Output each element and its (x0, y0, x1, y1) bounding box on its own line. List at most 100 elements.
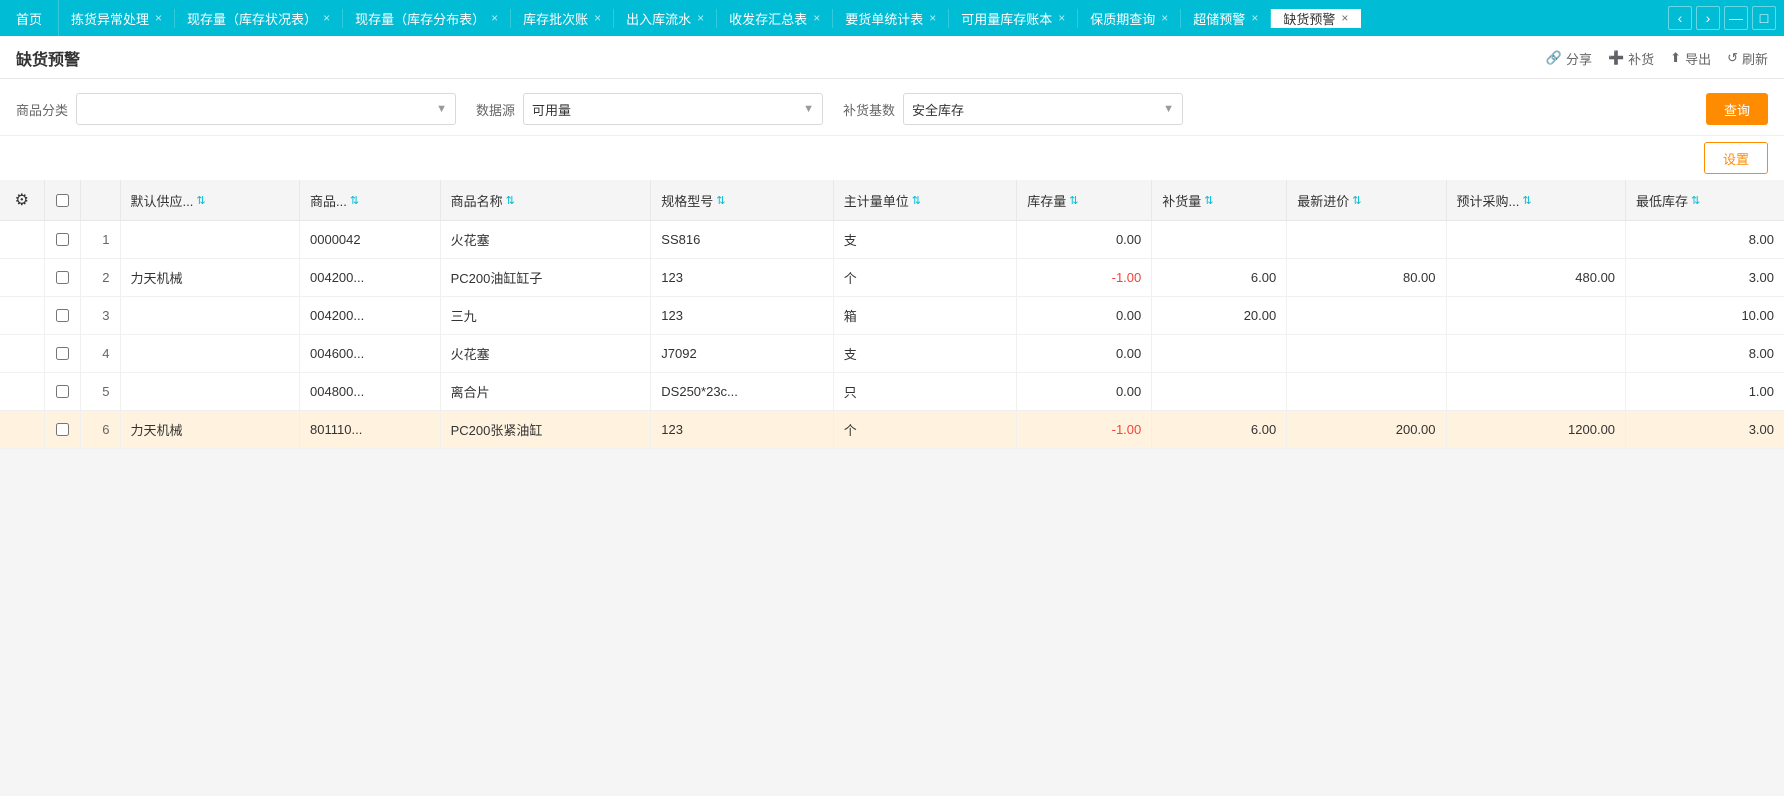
row-product-code: 004200... (300, 259, 441, 297)
tab-label-tab8: 可用量库存账本 (961, 9, 1052, 28)
tab-tab9[interactable]: 保质期查询× (1078, 9, 1181, 28)
close-tab-tab9[interactable]: × (1161, 11, 1168, 25)
replenish-base-select[interactable]: 安全库存 ▼ (903, 93, 1183, 125)
row-product-name: 离合片 (440, 373, 651, 411)
row-replenish: 6.00 (1152, 259, 1287, 297)
th-stock[interactable]: 库存量 ⇅ (1017, 180, 1152, 221)
close-tab-tab4[interactable]: × (594, 11, 601, 25)
refresh-icon: ↺ (1727, 50, 1738, 66)
close-tab-tab3[interactable]: × (491, 11, 498, 25)
close-tab-tab11[interactable]: × (1341, 11, 1348, 25)
settings-icon[interactable]: ⚙ (15, 190, 29, 210)
th-product-name[interactable]: 商品名称 ⇅ (440, 180, 651, 221)
row-spec: 123 (651, 297, 833, 335)
row-checkbox-cell[interactable] (44, 259, 80, 297)
filter-group-replenish-base: 补货基数 安全库存 ▼ (843, 93, 1183, 125)
row-unit: 支 (833, 221, 1017, 259)
next-tab-btn[interactable]: › (1696, 6, 1720, 30)
maximize-btn[interactable]: □ (1752, 6, 1776, 30)
row-supplier (120, 335, 300, 373)
row-settings-cell (0, 221, 44, 259)
spec-sort-icon: ⇅ (716, 194, 725, 207)
th-spec-label: 规格型号 (661, 191, 713, 210)
row-checkbox-cell[interactable] (44, 411, 80, 449)
row-checkbox-cell[interactable] (44, 373, 80, 411)
tab-tab11[interactable]: 缺货预警 × (1271, 9, 1361, 28)
th-replenish[interactable]: 补货量 ⇅ (1152, 180, 1287, 221)
nav-controls: ‹ › — □ (1660, 6, 1784, 30)
tab-tab7[interactable]: 要货单统计表× (833, 9, 949, 28)
product-name-sort-icon: ⇅ (506, 194, 515, 207)
home-label: 首页 (16, 9, 42, 28)
close-tab-tab8[interactable]: × (1058, 11, 1065, 25)
row-checkbox-cell[interactable] (44, 335, 80, 373)
row-checkbox-cell[interactable] (44, 297, 80, 335)
tab-tab6[interactable]: 收发存汇总表× (717, 9, 833, 28)
row-supplier: 力天机械 (120, 411, 300, 449)
row-checkbox[interactable] (56, 385, 69, 398)
close-tab-tab6[interactable]: × (813, 11, 820, 25)
th-spec[interactable]: 规格型号 ⇅ (651, 180, 833, 221)
settings-button[interactable]: 设置 (1704, 142, 1768, 174)
category-select[interactable]: ▼ (76, 93, 456, 125)
th-index (80, 180, 120, 221)
tab-tab10[interactable]: 超储预警× (1181, 9, 1271, 28)
th-min-stock[interactable]: 最低库存 ⇅ (1626, 180, 1784, 221)
row-checkbox[interactable] (56, 233, 69, 246)
th-checkbox[interactable] (44, 180, 80, 221)
tab-tab3[interactable]: 现存量（库存分布表） × (343, 9, 511, 28)
th-supplier[interactable]: 默认供应... ⇅ (120, 180, 300, 221)
replenish-btn[interactable]: ➕ 补货 (1608, 49, 1654, 68)
close-tab-tab5[interactable]: × (697, 11, 704, 25)
row-unit: 个 (833, 259, 1017, 297)
row-settings-cell (0, 259, 44, 297)
th-unit-label: 主计量单位 (844, 191, 909, 210)
row-replenish (1152, 335, 1287, 373)
row-replenish: 6.00 (1152, 411, 1287, 449)
tab-tab8[interactable]: 可用量库存账本 × (949, 9, 1078, 28)
select-all-checkbox[interactable] (56, 194, 69, 207)
row-checkbox[interactable] (56, 423, 69, 436)
row-checkbox[interactable] (56, 271, 69, 284)
th-est-purchase[interactable]: 预计采购... ⇅ (1446, 180, 1626, 221)
th-latest-price[interactable]: 最新进价 ⇅ (1287, 180, 1446, 221)
row-index: 2 (80, 259, 120, 297)
tab-label-tab3: 现存量（库存分布表） (355, 9, 485, 28)
tab-tab1[interactable]: 拣货异常处理× (59, 9, 175, 28)
close-tab-tab2[interactable]: × (323, 11, 330, 25)
tab-label-tab11: 缺货预警 (1283, 9, 1335, 28)
row-checkbox[interactable] (56, 347, 69, 360)
refresh-btn[interactable]: ↺ 刷新 (1727, 49, 1768, 68)
close-tab-tab1[interactable]: × (155, 11, 162, 25)
row-stock: -1.00 (1017, 411, 1152, 449)
close-tab-tab10[interactable]: × (1251, 11, 1258, 25)
th-settings[interactable]: ⚙ (0, 180, 44, 221)
row-replenish (1152, 373, 1287, 411)
tab-tab5[interactable]: 出入库流水× (614, 9, 717, 28)
row-supplier: 力天机械 (120, 259, 300, 297)
minimize-btn[interactable]: — (1724, 6, 1748, 30)
home-tab[interactable]: 首页 (0, 0, 59, 36)
filter-area: 商品分类 ▼ 数据源 可用量 ▼ 补货基数 安全库存 ▼ 查询 (0, 79, 1784, 136)
th-unit[interactable]: 主计量单位 ⇅ (833, 180, 1017, 221)
row-checkbox-cell[interactable] (44, 221, 80, 259)
row-replenish (1152, 221, 1287, 259)
row-est-purchase (1446, 297, 1626, 335)
table-body: 1 0000042 火花塞 SS816 支 0.00 8.00 2 力天机械 0… (0, 221, 1784, 449)
tab-tab2[interactable]: 现存量（库存状况表）× (175, 9, 343, 28)
row-stock: 0.00 (1017, 335, 1152, 373)
export-btn[interactable]: ⬆ 导出 (1670, 49, 1711, 68)
stock-sort-icon: ⇅ (1069, 194, 1078, 207)
table-row: 2 力天机械 004200... PC200油缸缸子 123 个 -1.00 6… (0, 259, 1784, 297)
row-stock: 0.00 (1017, 373, 1152, 411)
prev-tab-btn[interactable]: ‹ (1668, 6, 1692, 30)
query-button[interactable]: 查询 (1706, 93, 1768, 125)
datasource-value: 可用量 (532, 100, 571, 119)
tab-tab4[interactable]: 库存批次账× (511, 9, 614, 28)
close-tab-tab7[interactable]: × (929, 11, 936, 25)
th-product-code[interactable]: 商品... ⇅ (300, 180, 441, 221)
share-btn[interactable]: 🔗 分享 (1546, 49, 1592, 68)
datasource-select[interactable]: 可用量 ▼ (523, 93, 823, 125)
row-est-purchase: 480.00 (1446, 259, 1626, 297)
row-checkbox[interactable] (56, 309, 69, 322)
